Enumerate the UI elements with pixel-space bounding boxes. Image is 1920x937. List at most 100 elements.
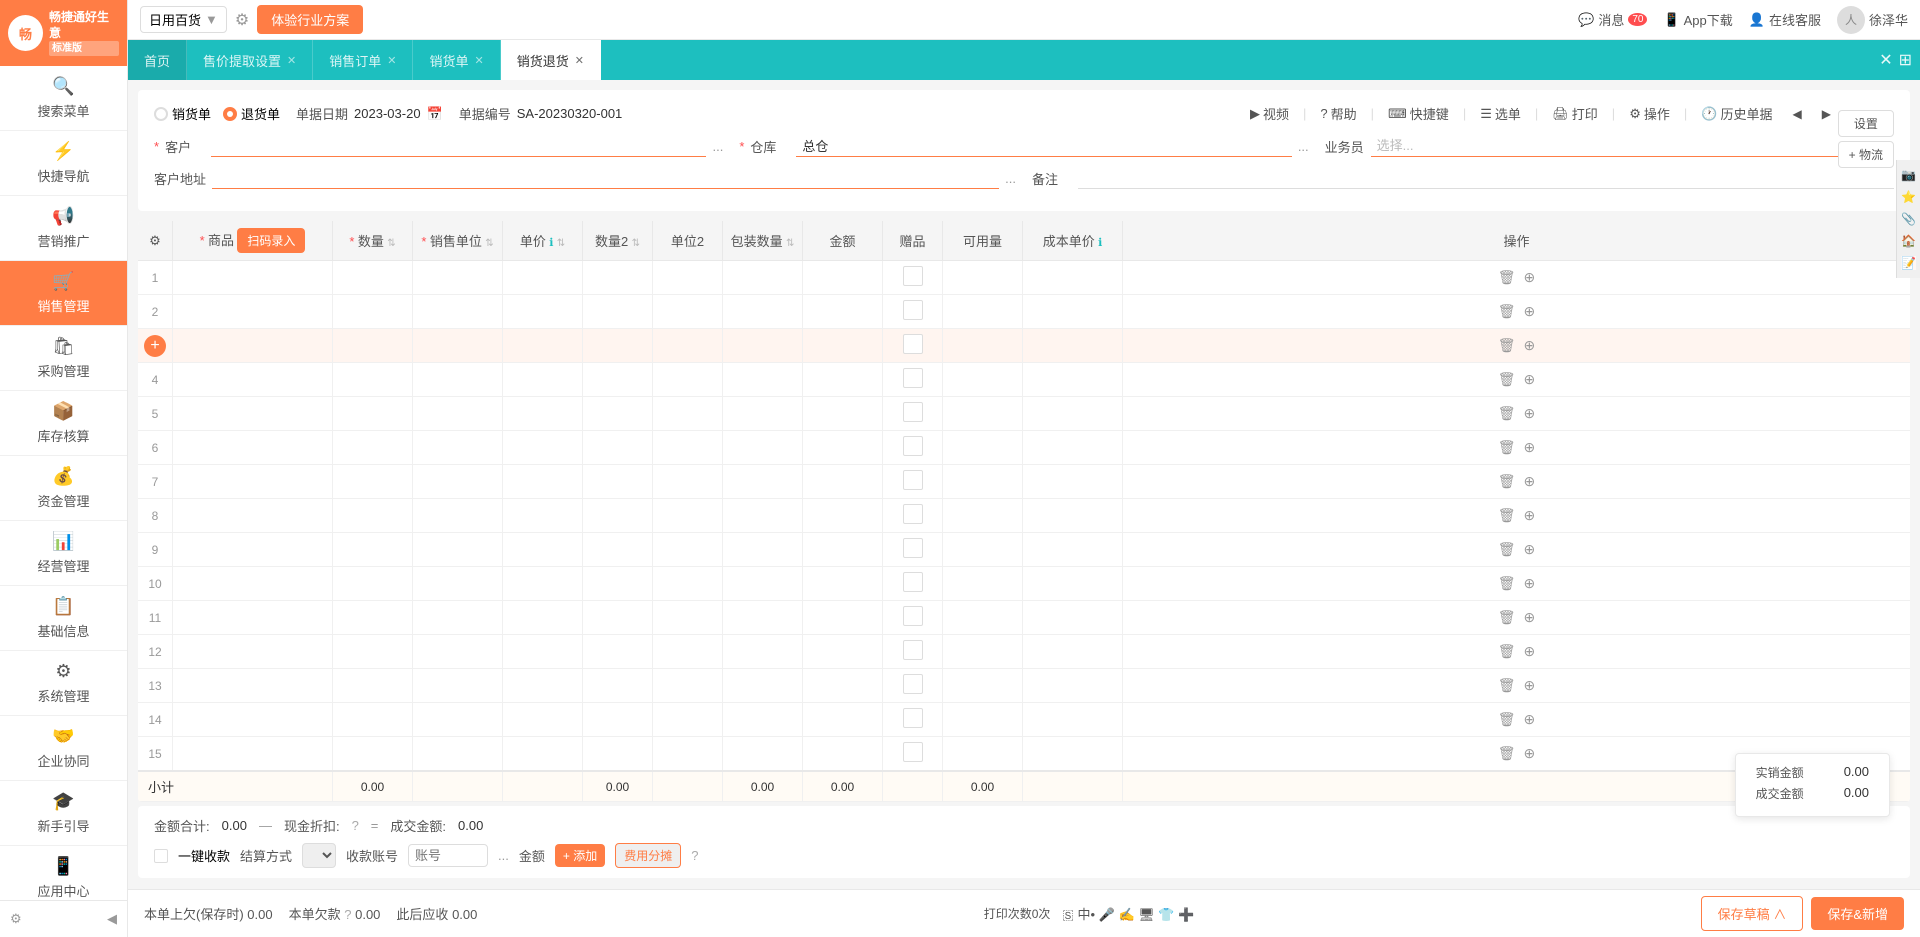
delete-row-4-icon[interactable]: 🗑 <box>1498 371 1516 388</box>
delete-row-3-icon[interactable]: 🗑 <box>1498 337 1516 354</box>
copy-row-10-icon[interactable]: ⊕ <box>1524 575 1536 592</box>
gift-checkbox-5[interactable] <box>903 402 923 422</box>
sidebar-item-inventory[interactable]: 📦 库存核算 <box>0 391 127 456</box>
fee-help-icon[interactable]: ? <box>691 848 698 863</box>
delete-row-9-icon[interactable]: 🗑 <box>1498 541 1516 558</box>
online-service-btn[interactable]: 👤 在线客服 <box>1749 10 1821 29</box>
tab-sales-order[interactable]: 销售订单 ✕ <box>313 40 413 80</box>
sidebar-item-search[interactable]: 🔍 搜索菜单 <box>0 66 127 131</box>
sidebar-item-guide[interactable]: 🎓 新手引导 <box>0 781 127 846</box>
delete-row-15-icon[interactable]: 🗑 <box>1498 745 1516 762</box>
account-input[interactable] <box>408 844 488 867</box>
copy-row-11-icon[interactable]: ⊕ <box>1524 609 1536 626</box>
radio-return[interactable]: 退货单 <box>223 104 280 123</box>
video-btn[interactable]: ▶ 视频 <box>1244 102 1295 125</box>
gift-checkbox-15[interactable] <box>903 742 923 762</box>
delete-row-14-icon[interactable]: 🗑 <box>1498 711 1516 728</box>
close-sales-tab[interactable]: ✕ <box>475 54 484 67</box>
gift-checkbox-4[interactable] <box>903 368 923 388</box>
delete-row-12-icon[interactable]: 🗑 <box>1498 643 1516 660</box>
print-btn[interactable]: 🖨 打印 <box>1546 102 1604 125</box>
tab-price-extract[interactable]: 售价提取设置 ✕ <box>187 40 313 80</box>
delete-row-6-icon[interactable]: 🗑 <box>1498 439 1516 456</box>
calendar-icon[interactable]: 📅 <box>427 106 443 122</box>
copy-row-6-icon[interactable]: ⊕ <box>1524 439 1536 456</box>
copy-row-15-icon[interactable]: ⊕ <box>1524 745 1536 762</box>
tab-sales-return[interactable]: 销货退货 ✕ <box>501 40 601 80</box>
address-picker[interactable]: ... <box>1005 171 1016 186</box>
sidebar-item-operation[interactable]: 📊 经营管理 <box>0 521 127 586</box>
settings-gear-icon[interactable]: ⚙ <box>235 10 249 30</box>
th-setting[interactable]: ⚙ <box>138 221 173 261</box>
delete-row-2-icon[interactable]: 🗑 <box>1498 303 1516 320</box>
copy-row-2-icon[interactable]: ⊕ <box>1524 303 1536 320</box>
close-sales-order-tab[interactable]: ✕ <box>387 54 396 67</box>
settings-icon[interactable]: ⚙ <box>10 911 22 927</box>
delete-row-11-icon[interactable]: 🗑 <box>1498 609 1516 626</box>
user-profile[interactable]: 人 徐泽华 <box>1837 6 1908 34</box>
message-btn[interactable]: 💬 消息 70 <box>1578 10 1647 29</box>
delete-row-13-icon[interactable]: 🗑 <box>1498 677 1516 694</box>
form-setting-btn[interactable]: 设置 <box>1838 110 1894 137</box>
one-key-payment-check[interactable] <box>154 849 168 863</box>
gift-checkbox-8[interactable] <box>903 504 923 524</box>
sidebar-item-marketing[interactable]: 📢 营销推广 <box>0 196 127 261</box>
operate-btn[interactable]: ⚙ 操作 <box>1623 102 1676 125</box>
price-sort-icon[interactable]: ⇅ <box>557 238 565 249</box>
unit-price-info-icon[interactable]: ℹ <box>549 237 553 249</box>
close-price-tab[interactable]: ✕ <box>287 54 296 67</box>
gift-checkbox-14[interactable] <box>903 708 923 728</box>
shortcut-btn[interactable]: ⌨ 快捷键 <box>1382 102 1455 125</box>
copy-row-8-icon[interactable]: ⊕ <box>1524 507 1536 524</box>
copy-row-3-icon[interactable]: ⊕ <box>1524 337 1536 354</box>
copy-row-9-icon[interactable]: ⊕ <box>1524 541 1536 558</box>
gift-checkbox-7[interactable] <box>903 470 923 490</box>
pack-sort-icon[interactable]: ⇅ <box>786 238 794 249</box>
copy-row-5-icon[interactable]: ⊕ <box>1524 405 1536 422</box>
radio-sales[interactable]: 销货单 <box>154 104 211 123</box>
sidebar-item-apps[interactable]: 📱 应用中心 <box>0 846 127 900</box>
sidebar-item-finance[interactable]: 💰 资金管理 <box>0 456 127 521</box>
discount-info-icon[interactable]: ? <box>352 818 359 833</box>
home-icon[interactable]: 🏠 <box>1901 234 1916 248</box>
gift-checkbox-13[interactable] <box>903 674 923 694</box>
gift-checkbox-6[interactable] <box>903 436 923 456</box>
delete-row-7-icon[interactable]: 🗑 <box>1498 473 1516 490</box>
customer-picker[interactable]: ... <box>712 139 723 154</box>
staff-input[interactable] <box>1371 135 1877 157</box>
warehouse-input[interactable] <box>796 135 1291 157</box>
debit-info-icon[interactable]: ? <box>344 907 351 922</box>
next-record-btn[interactable]: ▶ <box>1816 105 1837 123</box>
note-icon[interactable]: 📝 <box>1901 256 1916 270</box>
add-row-btn[interactable]: + <box>144 335 166 357</box>
trial-btn[interactable]: 体验行业方案 <box>257 5 363 34</box>
prev-record-btn[interactable]: ◀ <box>1786 105 1807 123</box>
maximize-btn[interactable]: ⊞ <box>1899 50 1912 70</box>
delete-row-1-icon[interactable]: 🗑 <box>1498 269 1516 286</box>
delete-row-10-icon[interactable]: 🗑 <box>1498 575 1516 592</box>
select-order-btn[interactable]: ☰ 选单 <box>1474 102 1527 125</box>
app-download-btn[interactable]: 📱 App下载 <box>1663 10 1732 29</box>
star-icon[interactable]: ⭐ <box>1901 190 1916 204</box>
gift-checkbox-10[interactable] <box>903 572 923 592</box>
goods-input-3[interactable] <box>179 338 326 353</box>
gift-checkbox-3[interactable] <box>903 334 923 354</box>
add-payment-btn[interactable]: + 添加 <box>555 844 605 867</box>
collapse-icon[interactable]: ◀ <box>107 911 117 927</box>
copy-row-12-icon[interactable]: ⊕ <box>1524 643 1536 660</box>
scan-input-btn[interactable]: 扫码录入 <box>237 228 305 253</box>
save-draft-dropdown-icon[interactable]: ∧ <box>1773 907 1786 922</box>
tab-sales[interactable]: 销货单 ✕ <box>413 40 500 80</box>
remark-input[interactable] <box>1078 167 1894 189</box>
cost-price-info-icon[interactable]: ℹ <box>1098 237 1102 249</box>
calc-method-select[interactable] <box>302 843 336 868</box>
copy-row-4-icon[interactable]: ⊕ <box>1524 371 1536 388</box>
close-all-tabs[interactable]: ✕ <box>1879 50 1892 70</box>
customer-input[interactable] <box>211 135 706 157</box>
sidebar-item-quick[interactable]: ⚡ 快捷导航 <box>0 131 127 196</box>
sidebar-item-basic[interactable]: 📋 基础信息 <box>0 586 127 651</box>
warehouse-picker[interactable]: ... <box>1298 139 1309 154</box>
close-return-tab[interactable]: ✕ <box>575 54 584 67</box>
gift-checkbox-9[interactable] <box>903 538 923 558</box>
save-new-btn[interactable]: 保存&新增 <box>1811 897 1904 930</box>
